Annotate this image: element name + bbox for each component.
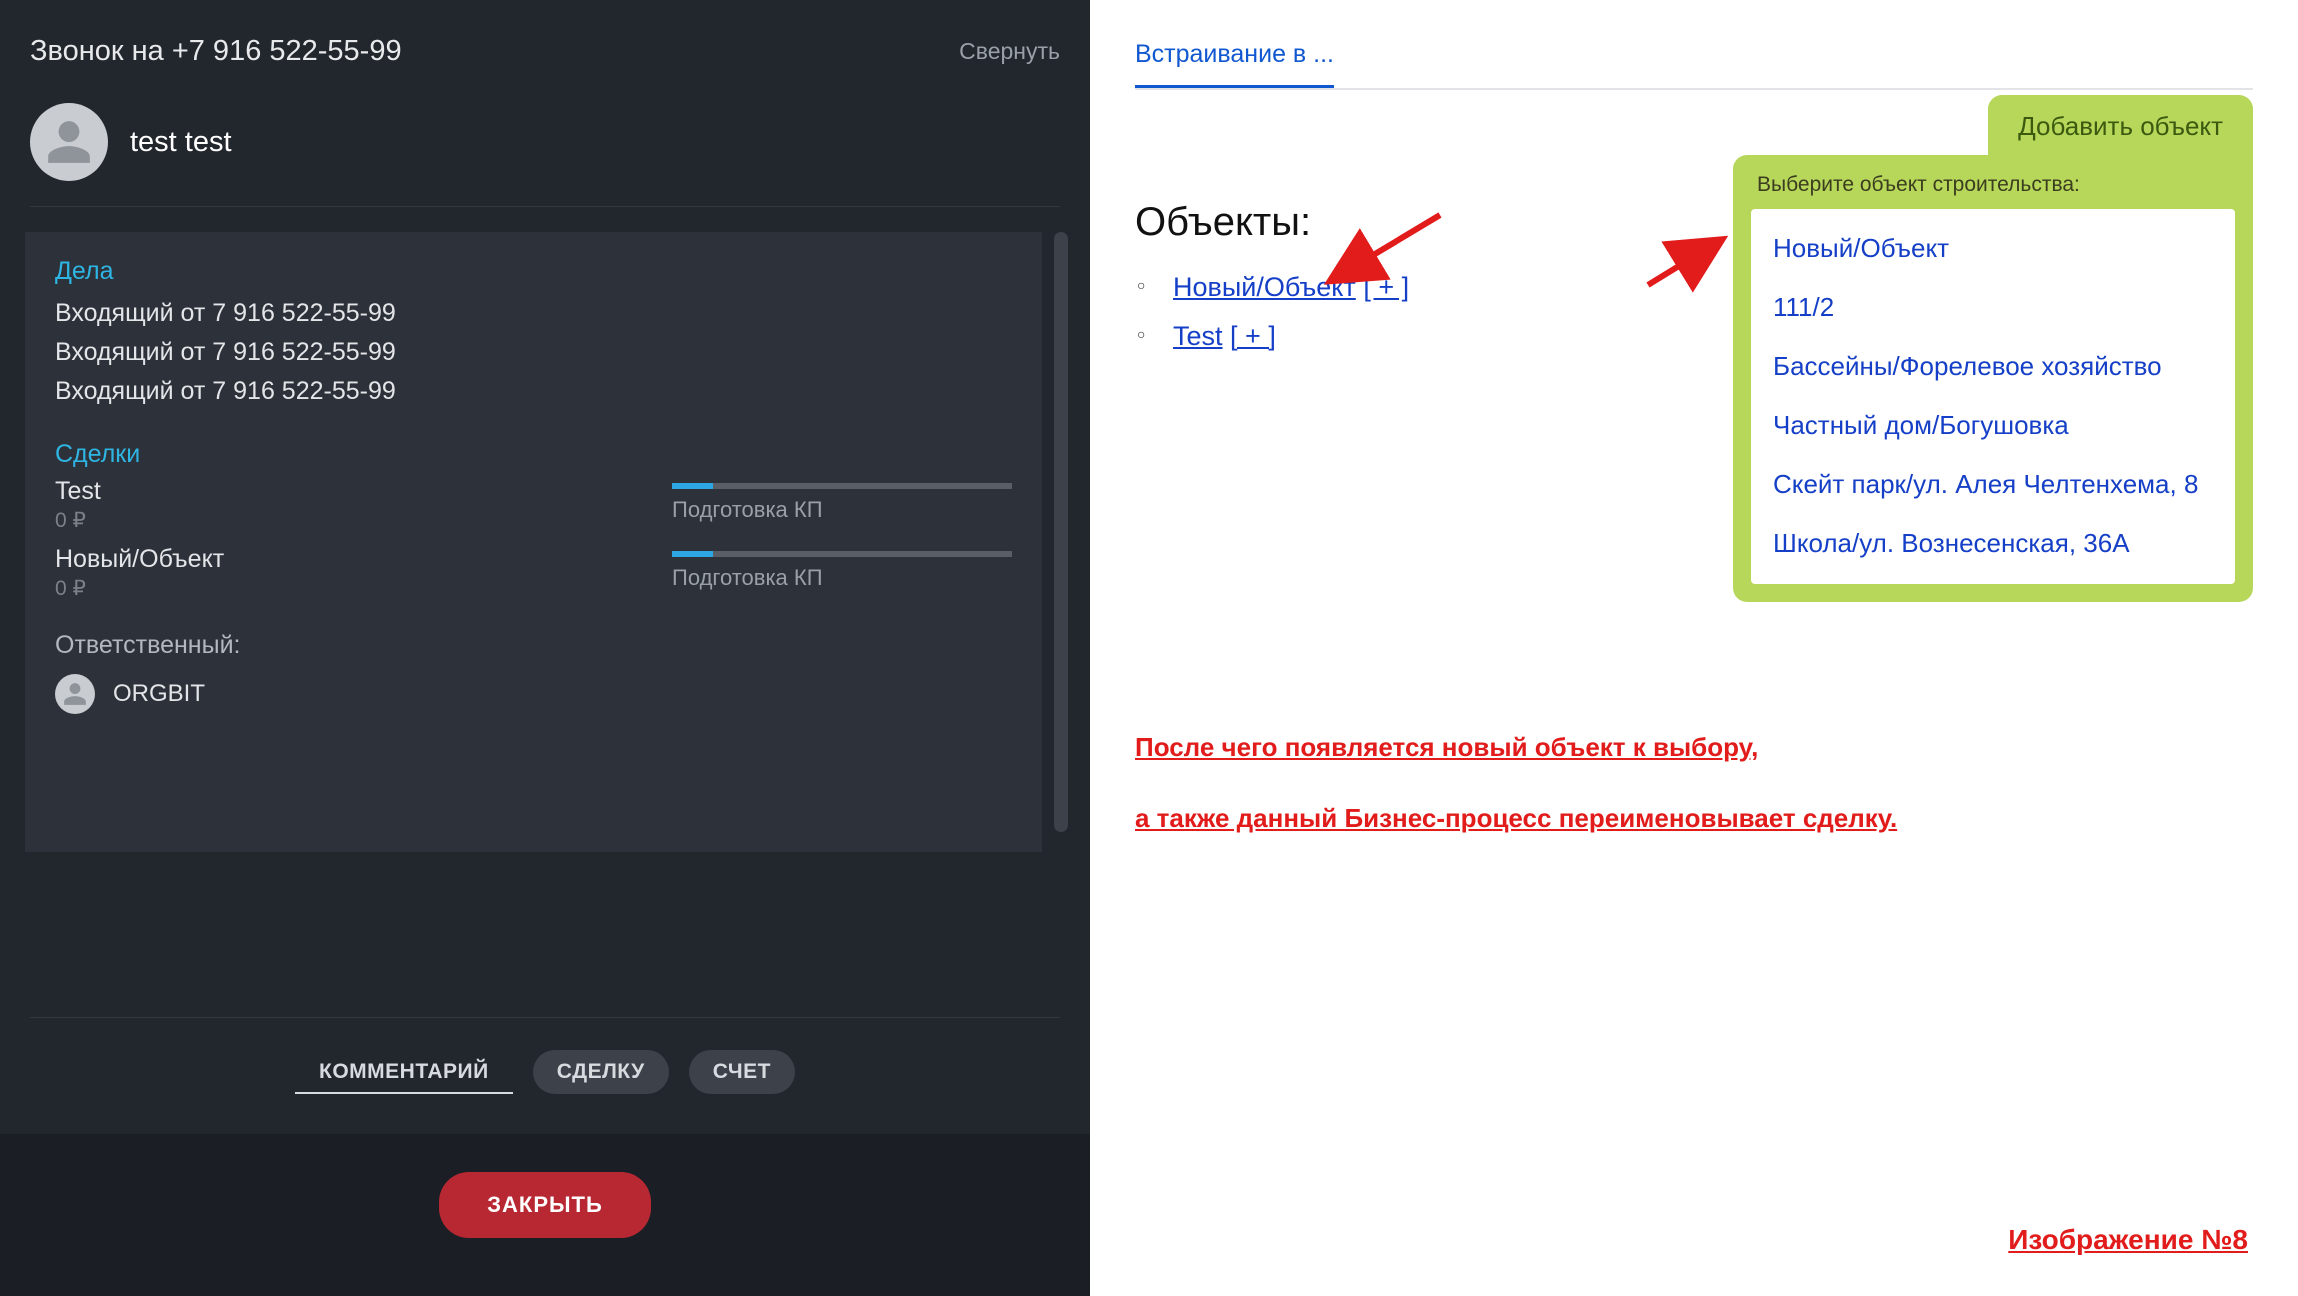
contact-row[interactable]: test test — [0, 93, 1090, 206]
divider — [30, 206, 1060, 207]
deal-price: 0 ₽ — [55, 508, 101, 533]
objects-list: Новый/Объект [ + ] Test [ + ] — [1135, 263, 1409, 360]
responsible-block: Ответственный: ORGBIT — [55, 631, 1012, 714]
tab-deal[interactable]: СДЕЛКУ — [533, 1050, 669, 1094]
doc-tab-embed[interactable]: Встраивание в ... — [1135, 40, 1334, 88]
deals-title: Сделки — [55, 440, 1012, 469]
deals-block: Сделки Test 0 ₽ Подготовка КП Новый/Объе… — [55, 440, 1012, 601]
annotation-arrow-icon — [1643, 230, 1733, 305]
activities-block: Дела Входящий от 7 916 522-55-99 Входящи… — [55, 257, 1012, 410]
dropdown-option[interactable]: Школа/ул. Вознесенская, 36А — [1751, 514, 2235, 573]
activity-item[interactable]: Входящий от 7 916 522-55-99 — [55, 333, 1012, 372]
responsible-title: Ответственный: — [55, 631, 1012, 660]
activities-title: Дела — [55, 257, 1012, 286]
object-add-plus[interactable]: [ + ] — [1230, 321, 1276, 351]
deal-progress: Подготовка КП — [672, 551, 1012, 591]
tab-comment[interactable]: КОММЕНТАРИЙ — [295, 1050, 513, 1094]
annotation-notes: После чего появляется новый объект к выб… — [1135, 732, 2253, 834]
progress-bar — [672, 551, 1012, 557]
footer: ЗАКРЫТЬ — [0, 1134, 1090, 1296]
deal-name: Test — [55, 477, 101, 506]
list-item: Новый/Объект [ + ] — [1173, 263, 1409, 312]
call-header: Звонок на +7 916 522-55-99 Свернуть — [0, 0, 1090, 93]
object-link[interactable]: Новый/Объект — [1173, 272, 1356, 302]
objects-heading: Объекты: — [1135, 200, 1409, 245]
doc-panel: Встраивание в ... Объекты: Новый/Объект … — [1090, 0, 2298, 1296]
responsible-name: ORGBIT — [113, 680, 205, 708]
collapse-button[interactable]: Свернуть — [959, 38, 1060, 65]
tab-invoice[interactable]: СЧЕТ — [689, 1050, 795, 1094]
dropdown-option[interactable]: Бассейны/Форелевое хозяйство — [1751, 337, 2235, 396]
deal-row[interactable]: Новый/Объект 0 ₽ Подготовка КП — [55, 545, 1012, 601]
call-body: Дела Входящий от 7 916 522-55-99 Входящи… — [25, 232, 1042, 852]
close-button[interactable]: ЗАКРЫТЬ — [439, 1172, 651, 1238]
deal-name: Новый/Объект — [55, 545, 224, 574]
list-item: Test [ + ] — [1173, 312, 1409, 361]
dropdown-option[interactable]: Новый/Объект — [1751, 219, 2235, 278]
responsible-user[interactable]: ORGBIT — [55, 674, 1012, 714]
call-panel: Звонок на +7 916 522-55-99 Свернуть test… — [0, 0, 1090, 1296]
activity-item[interactable]: Входящий от 7 916 522-55-99 — [55, 372, 1012, 411]
dropdown-option[interactable]: 111/2 — [1751, 278, 2235, 337]
doc-tabbar: Встраивание в ... — [1135, 40, 2253, 90]
dropdown-option[interactable]: Частный дом/Богушовка — [1751, 396, 2235, 455]
annotation-text: После чего появляется новый объект к выб… — [1135, 732, 2253, 763]
image-caption: Изображение №8 — [2008, 1224, 2248, 1256]
deal-row[interactable]: Test 0 ₽ Подготовка КП — [55, 477, 1012, 533]
deal-price: 0 ₽ — [55, 576, 224, 601]
contact-name: test test — [130, 126, 232, 159]
objects-section: Объекты: Новый/Объект [ + ] Test [ + ] — [1135, 200, 1409, 360]
person-icon — [62, 681, 88, 707]
call-body-scroll: Дела Входящий от 7 916 522-55-99 Входящи… — [25, 232, 1080, 992]
person-icon — [44, 117, 94, 167]
activity-item[interactable]: Входящий от 7 916 522-55-99 — [55, 294, 1012, 333]
progress-bar — [672, 483, 1012, 489]
object-link[interactable]: Test — [1173, 321, 1223, 351]
deal-progress: Подготовка КП — [672, 483, 1012, 523]
dropdown-option[interactable]: Скейт парк/ул. Алея Челтенхема, 8 — [1751, 455, 2235, 514]
avatar — [55, 674, 95, 714]
call-title: Звонок на +7 916 522-55-99 — [30, 35, 402, 68]
deal-stage: Подготовка КП — [672, 565, 1012, 591]
dropdown-options: Новый/Объект 111/2 Бассейны/Форелевое хо… — [1751, 209, 2235, 584]
add-object-widget: Добавить объект Выберите объект строител… — [1733, 145, 2253, 602]
avatar — [30, 103, 108, 181]
doc-content: Объекты: Новый/Объект [ + ] Test [ + ] Д… — [1135, 145, 2253, 602]
dropdown-label: Выберите объект строительства: — [1751, 173, 2235, 197]
dropdown-card: Выберите объект строительства: Новый/Объ… — [1733, 155, 2253, 602]
scrollbar[interactable] — [1054, 232, 1068, 832]
annotation-text: а также данный Бизнес-процесс переименов… — [1135, 803, 2253, 834]
deal-stage: Подготовка КП — [672, 497, 1012, 523]
object-add-plus[interactable]: [ + ] — [1363, 272, 1409, 302]
action-tabs: КОММЕНТАРИЙ СДЕЛКУ СЧЕТ — [0, 1018, 1090, 1134]
